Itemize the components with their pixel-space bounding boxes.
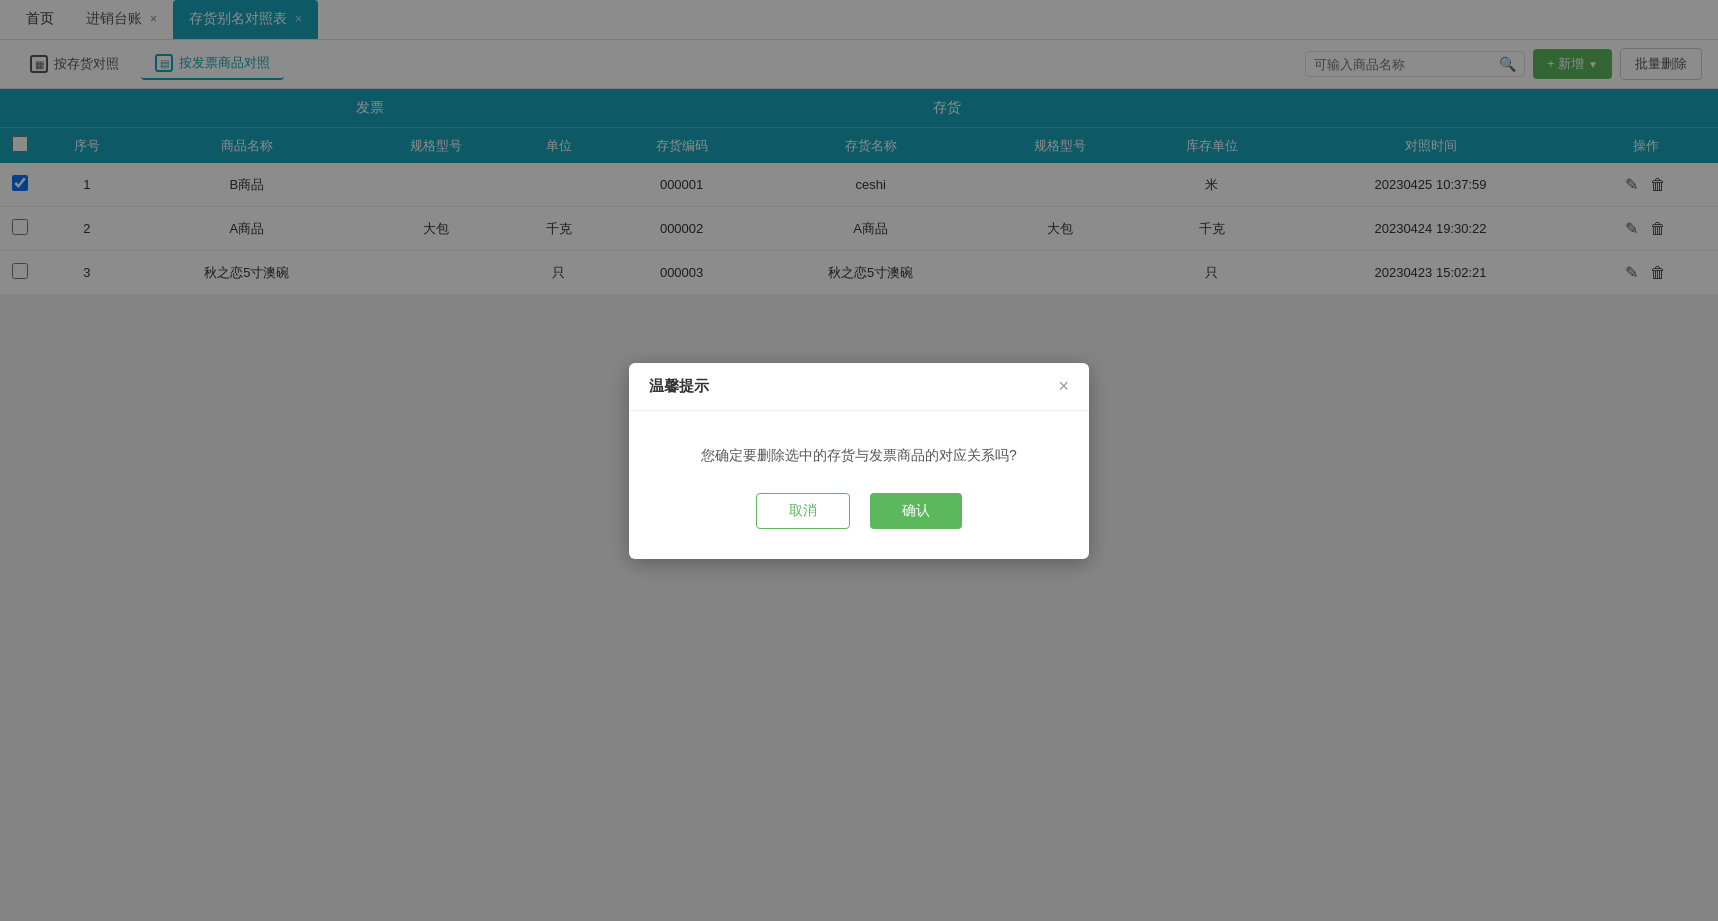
delete-confirm-overlay: 温馨提示 × 您确定要删除选中的存货与发票商品的对应关系吗? 取消 确认 — [0, 0, 1718, 295]
